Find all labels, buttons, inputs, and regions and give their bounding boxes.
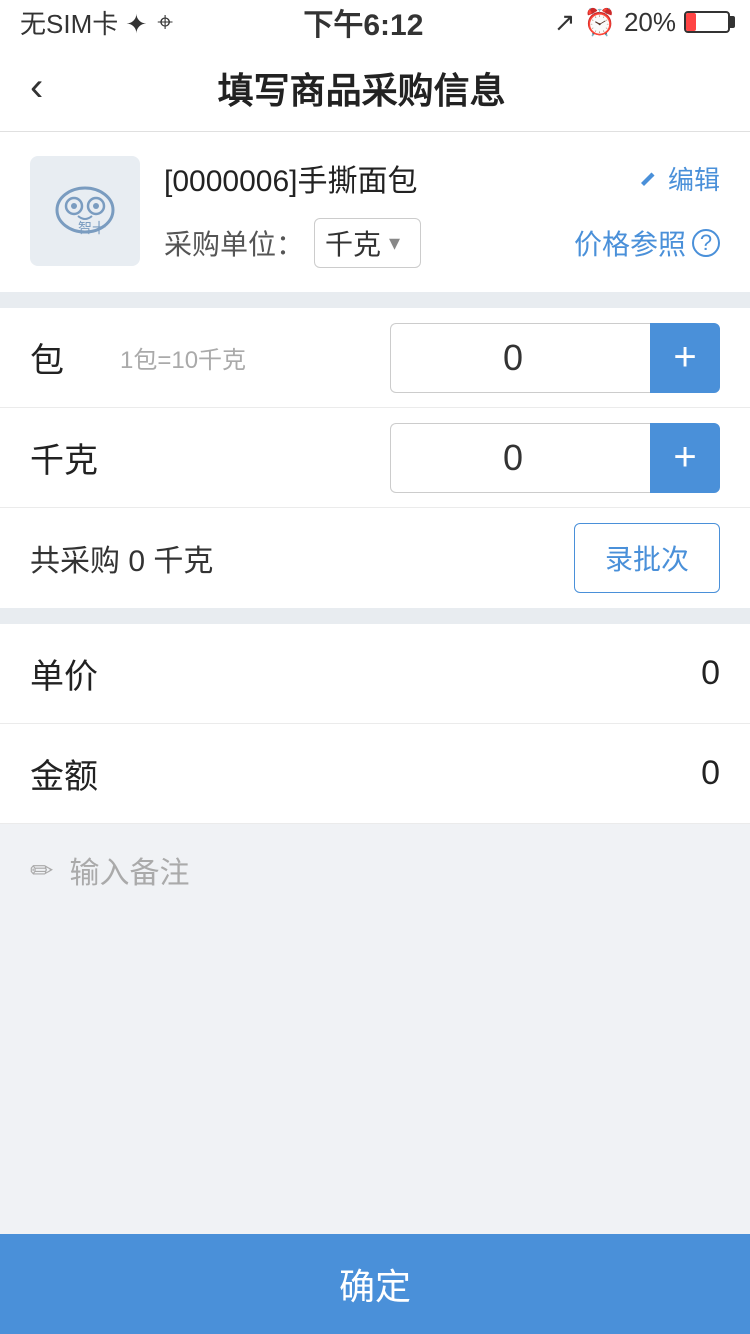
unit-price-label: 单价 [30, 649, 98, 698]
pencil-icon: ✏ [30, 854, 53, 887]
kg-input-right: + [390, 423, 720, 493]
pack-plus-icon: + [673, 335, 696, 380]
unit-price-value: 0 [701, 654, 720, 693]
nav-bar: ‹ 填写商品采购信息 [0, 44, 750, 132]
note-input[interactable]: 输入备注 [69, 848, 189, 892]
help-icon: ? [692, 229, 720, 257]
kg-label: 千克 [30, 433, 110, 482]
input-section: 包 1包=10千克 + 千克 + [0, 308, 750, 508]
status-time: 下午6:12 [303, 0, 423, 44]
pack-input-right: + [390, 323, 720, 393]
wifi-icon: ⌖ [157, 6, 173, 39]
pack-sublabel: 1包=10千克 [120, 340, 390, 375]
no-sim-text: 无SIM卡 ✦ [20, 4, 147, 41]
product-name-row: [0000006]手撕面包 编辑 [164, 156, 720, 200]
back-button[interactable]: ‹ [30, 65, 43, 110]
battery-pct: 20% [624, 7, 676, 38]
kg-quantity-input[interactable] [390, 423, 650, 493]
kg-plus-button[interactable]: + [650, 423, 720, 493]
total-section: 共采购 0 千克 录批次 [0, 508, 750, 608]
pack-input-row: 包 1包=10千克 + [0, 308, 750, 408]
status-bar: 无SIM卡 ✦ ⌖ 下午6:12 ↗ ⏰ 20% [0, 0, 750, 44]
price-ref-label: 价格参照 [574, 223, 686, 263]
pack-label: 包 [30, 333, 110, 382]
unit-price-row: 单价 0 [0, 624, 750, 724]
section-divider-1 [0, 292, 750, 308]
pack-plus-button[interactable]: + [650, 323, 720, 393]
edit-label: 编辑 [668, 160, 720, 197]
unit-row: 采购单位： 千克 ▾ 价格参照 ? [164, 218, 720, 268]
pack-quantity-input[interactable] [390, 323, 650, 393]
location-icon: ↗ [554, 7, 576, 38]
unit-select[interactable]: 千克 ▾ [314, 218, 421, 268]
note-section[interactable]: ✏ 输入备注 [0, 824, 750, 916]
product-name: [0000006]手撕面包 [164, 156, 417, 200]
product-logo: 智十 [50, 178, 120, 245]
edit-button[interactable]: 编辑 [638, 160, 720, 197]
chevron-down-icon: ▾ [389, 230, 400, 256]
unit-value: 千克 [325, 223, 381, 263]
status-left: 无SIM卡 ✦ ⌖ [20, 4, 173, 41]
confirm-button[interactable]: 确定 [0, 1234, 750, 1334]
confirm-label: 确定 [339, 1258, 411, 1310]
product-thumbnail: 智十 [30, 156, 140, 266]
section-divider-2 [0, 608, 750, 624]
product-info: [0000006]手撕面包 编辑 采购单位： 千克 ▾ 价格参照 ? [164, 156, 720, 268]
unit-label: 采购单位： [164, 223, 304, 263]
kg-input-row: 千克 + [0, 408, 750, 508]
battery-icon [684, 11, 730, 33]
page-title: 填写商品采购信息 [63, 62, 660, 114]
kg-plus-icon: + [673, 435, 696, 480]
record-batch-button[interactable]: 录批次 [574, 523, 720, 593]
amount-value: 0 [701, 754, 720, 793]
status-right: ↗ ⏰ 20% [554, 7, 730, 38]
price-ref-button[interactable]: 价格参照 ? [574, 223, 720, 263]
battery-fill [686, 13, 697, 31]
total-text: 共采购 0 千克 [30, 536, 213, 580]
empty-area [0, 916, 750, 1256]
product-card: 智十 [0000006]手撕面包 编辑 采购单位： 千克 ▾ [0, 132, 750, 292]
alarm-icon: ⏰ [584, 7, 616, 38]
price-section: 单价 0 金额 0 [0, 624, 750, 824]
svg-text:智十: 智十 [78, 220, 106, 236]
amount-row: 金额 0 [0, 724, 750, 824]
amount-label: 金额 [30, 749, 98, 798]
